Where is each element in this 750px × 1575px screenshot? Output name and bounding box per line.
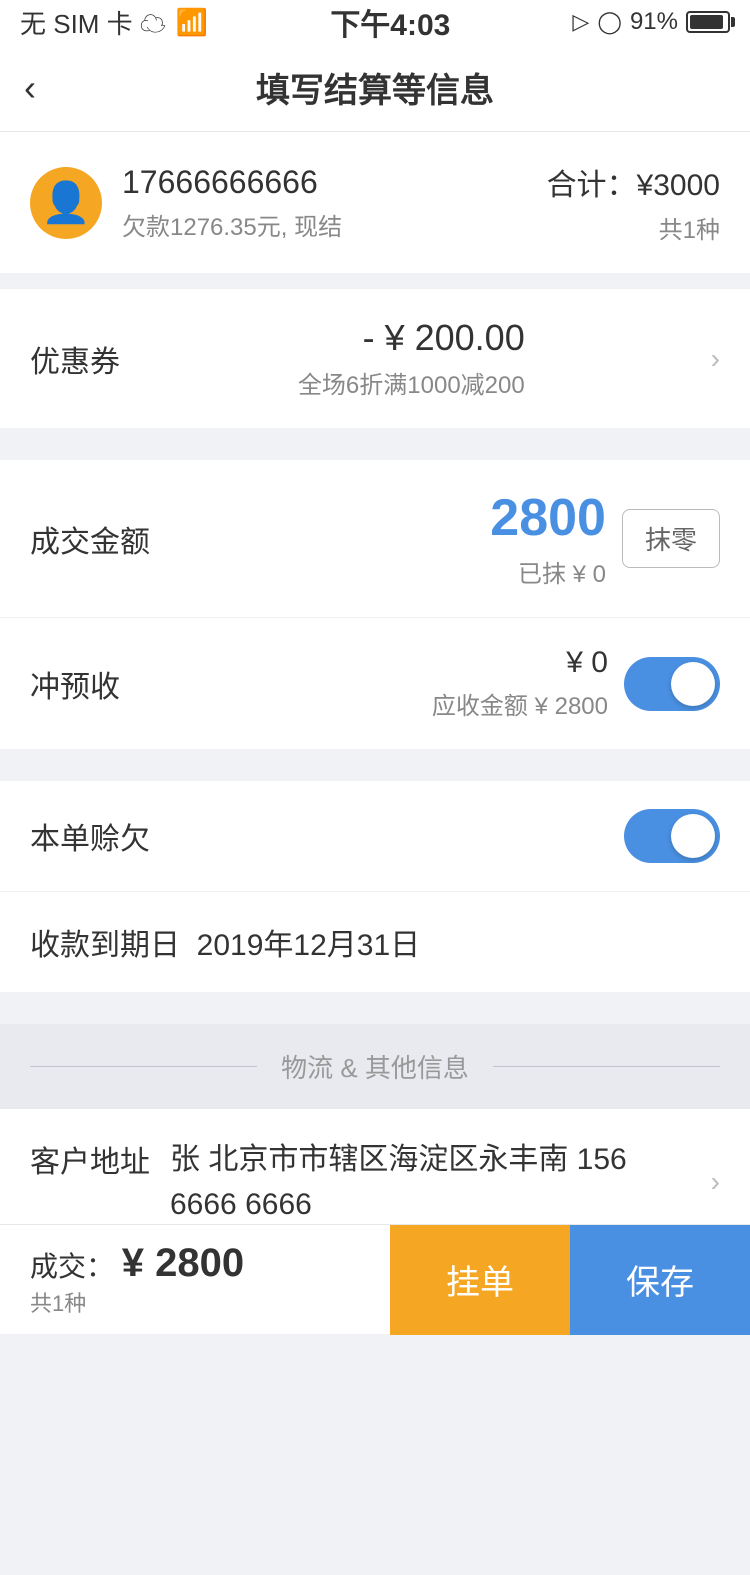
battery-percent: 91% — [630, 8, 678, 36]
separator-2 — [0, 765, 750, 781]
credit-row: 本单赊欠 — [0, 781, 750, 892]
prepay-amount: ¥ 0 — [432, 646, 608, 680]
credit-toggle-knob — [671, 814, 715, 858]
total-count: 共1种 — [547, 210, 720, 245]
divider-line-left — [30, 1066, 257, 1067]
round-button[interactable]: 抹零 — [622, 509, 720, 568]
wifi-icon: 📶 — [176, 7, 208, 38]
deal-amount-section: 成交金额 2800 已抹 ¥ 0 抹零 冲预收 ¥ 0 应收金额 ¥ 2800 — [0, 460, 750, 749]
avatar-icon: 👤 — [41, 179, 91, 226]
coupon-discount: - ¥ 200.00 — [298, 317, 525, 359]
divider-line-right — [493, 1066, 720, 1067]
coupon-label: 优惠券 — [30, 337, 120, 381]
status-left: 无 SIM 卡 ☁ 📶 — [20, 4, 208, 41]
due-date-row: 收款到期日 2019年12月31日 — [0, 892, 750, 992]
logistics-label: 物流 & 其他信息 — [281, 1048, 469, 1085]
user-debt: 欠款1276.35元, 现结 — [122, 207, 547, 242]
due-date-label: 收款到期日 2019年12月31日 — [30, 920, 420, 964]
coupon-section: 优惠券 - ¥ 200.00 全场6折满1000减200 › — [0, 289, 750, 428]
address-label: 客户地址 — [30, 1137, 150, 1181]
chevron-right-icon: › — [711, 343, 720, 375]
deal-amount-row: 成交金额 2800 已抹 ¥ 0 抹零 — [0, 460, 750, 618]
status-time: 下午4:03 — [330, 0, 450, 44]
user-card: 👤 17666666666 欠款1276.35元, 现结 合计：¥3000 共1… — [0, 132, 750, 273]
user-total: 合计：¥3000 共1种 — [547, 160, 720, 245]
bottom-count: 共1种 — [30, 1286, 360, 1318]
coupon-row[interactable]: 优惠券 - ¥ 200.00 全场6折满1000减200 › — [0, 289, 750, 428]
logistics-divider: 物流 & 其他信息 — [0, 1024, 750, 1109]
toggle-knob — [671, 662, 715, 706]
save-button[interactable]: 保存 — [570, 1225, 750, 1335]
separator-1 — [0, 444, 750, 460]
location-icon: ▷ — [572, 9, 589, 35]
back-button[interactable]: ‹ — [24, 67, 36, 109]
separator-3 — [0, 1008, 750, 1024]
prepay-row: 冲预收 ¥ 0 应收金额 ¥ 2800 — [0, 618, 750, 749]
alarm-icon: ◯ — [597, 9, 622, 35]
bottom-deal-label: 成交： — [30, 1251, 114, 1282]
page-title: 填写结算等信息 — [256, 63, 494, 112]
status-right: ▷ ◯ 91% — [572, 8, 730, 36]
deal-amount-sub: 已抹 ¥ 0 — [490, 554, 606, 589]
address-value: 张 北京市市辖区海淀区永丰南 156 6666 6666 — [170, 1137, 691, 1227]
prepay-label: 冲预收 — [30, 662, 120, 706]
total-amount: 合计：¥3000 — [547, 160, 720, 204]
bottom-amount: ¥ 2800 — [122, 1241, 244, 1285]
deal-amount-value: 2800 — [490, 488, 606, 548]
credit-toggle[interactable] — [624, 809, 720, 863]
nav-bar: ‹ 填写结算等信息 — [0, 44, 750, 132]
credit-label: 本单赊欠 — [30, 814, 150, 858]
sim-label: 无 SIM 卡 ☁ — [20, 4, 166, 41]
bottom-deal-line: 成交： ¥ 2800 — [30, 1241, 360, 1286]
bottom-summary: 成交： ¥ 2800 共1种 — [0, 1241, 390, 1318]
content: 👤 17666666666 欠款1276.35元, 现结 合计：¥3000 共1… — [0, 132, 750, 1575]
address-chevron-icon: › — [711, 1166, 720, 1198]
credit-section: 本单赊欠 收款到期日 2019年12月31日 — [0, 781, 750, 992]
avatar: 👤 — [30, 167, 102, 239]
status-bar: 无 SIM 卡 ☁ 📶 下午4:03 ▷ ◯ 91% — [0, 0, 750, 44]
prepay-toggle[interactable] — [624, 657, 720, 711]
battery-icon — [686, 11, 730, 33]
deal-amount-label: 成交金额 — [30, 517, 150, 561]
user-info: 17666666666 欠款1276.35元, 现结 — [122, 164, 547, 242]
user-phone: 17666666666 — [122, 164, 547, 201]
hold-button[interactable]: 挂单 — [390, 1225, 570, 1335]
bottom-bar: 成交： ¥ 2800 共1种 挂单 保存 — [0, 1224, 750, 1334]
prepay-sub: 应收金额 ¥ 2800 — [432, 686, 608, 721]
coupon-desc: 全场6折满1000减200 — [298, 365, 525, 400]
